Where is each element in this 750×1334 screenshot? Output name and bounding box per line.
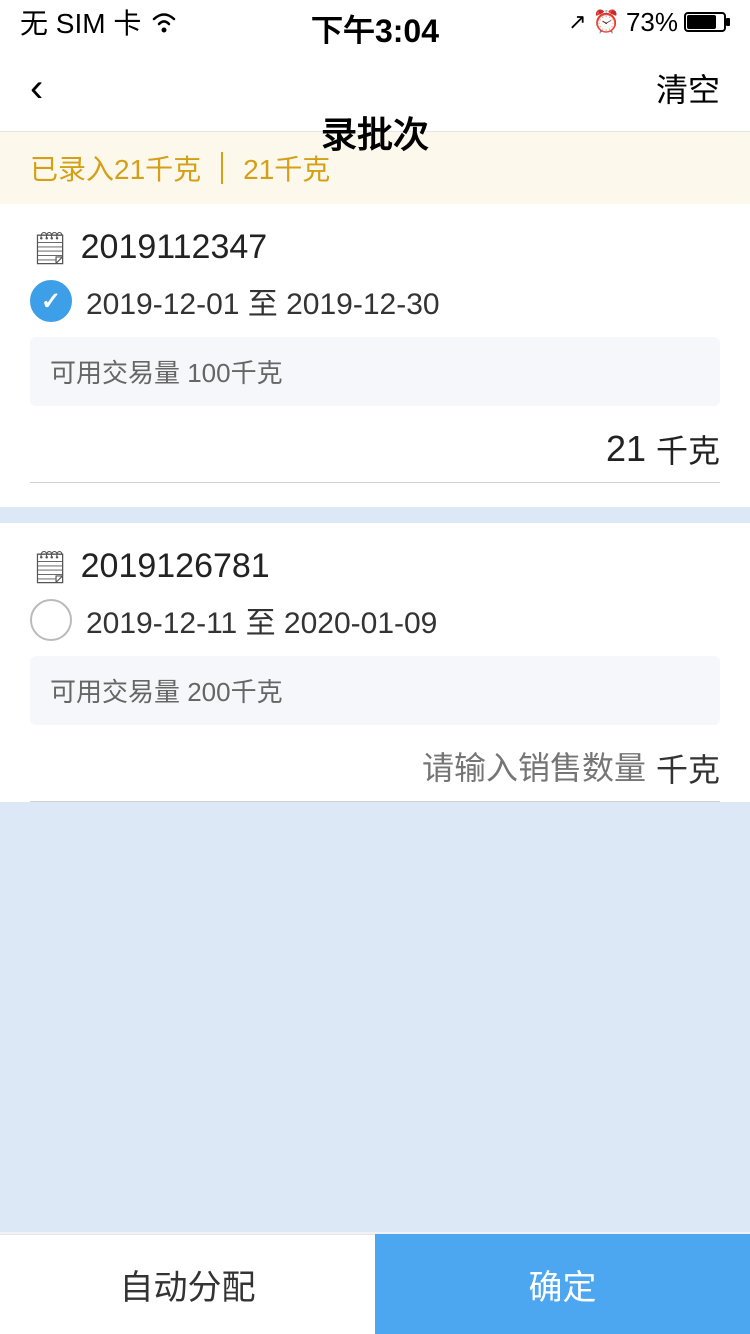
batch-1-avail: 可用交易量 100千克 — [30, 337, 720, 406]
battery-text: 73% — [626, 7, 678, 38]
alarm-icon: ⏰ — [593, 9, 620, 35]
auto-distribute-button[interactable]: 自动分配 — [0, 1234, 375, 1334]
batch-1-section: 🗒 2019112347 2019-12-01 至 2019-12-30 可用交… — [0, 204, 750, 507]
batch-1-avail-text: 可用交易量 100千克 — [50, 358, 283, 388]
status-carrier: 无 SIM 卡 — [20, 2, 179, 42]
info-label: 已录入21千克 — [30, 148, 201, 188]
info-value: 21千克 — [243, 148, 330, 188]
batch-2-date-row: 2019-12-11 至 2020-01-09 — [30, 598, 720, 642]
batch-2-avail: 可用交易量 200千克 — [30, 656, 720, 725]
page-title: 录批次 — [321, 88, 429, 176]
batch-1-amount-row: 21 千克 — [0, 406, 750, 482]
batch-2-id-row: 🗒 2019126781 — [30, 547, 720, 586]
batch-2-input-row: 千克 — [0, 725, 750, 801]
status-right: ↗ ⏰ 73% — [568, 7, 730, 38]
batch-1-amount: 21 — [606, 428, 646, 470]
batch-1-unit: 千克 — [656, 426, 720, 472]
batch-2-avail-text: 可用交易量 200千克 — [50, 677, 283, 707]
wifi-icon — [149, 11, 179, 33]
batch-2-date: 2019-12-11 至 2020-01-09 — [86, 598, 437, 642]
carrier-text: 无 SIM 卡 — [20, 2, 141, 42]
batch-2-radio[interactable] — [30, 599, 72, 641]
batch-1-item: 🗒 2019112347 2019-12-01 至 2019-12-30 可用交… — [0, 204, 750, 406]
batch-1-date: 2019-12-01 至 2019-12-30 — [86, 279, 440, 323]
batch-2-id: 2019126781 — [81, 547, 270, 586]
gray-area — [0, 802, 750, 1232]
battery-icon — [684, 10, 730, 34]
batch-1-icon: 🗒 — [30, 229, 71, 267]
batch-2-unit: 千克 — [656, 745, 720, 791]
batch-1-id-row: 🗒 2019112347 — [30, 228, 720, 267]
nav-bar: ‹ 录批次 清空 — [0, 44, 750, 132]
section-divider — [0, 507, 750, 523]
location-icon: ↗ — [568, 9, 586, 35]
batch-2-icon: 🗒 — [30, 548, 71, 586]
status-bar: 无 SIM 卡 下午3:04 ↗ ⏰ 73% — [0, 0, 750, 44]
info-divider — [221, 152, 223, 184]
bottom-bar: 自动分配 确定 — [0, 1234, 750, 1334]
back-button[interactable]: ‹ — [30, 68, 43, 108]
clear-button[interactable]: 清空 — [656, 65, 720, 111]
quantity-input[interactable] — [346, 750, 646, 787]
batch-1-radio[interactable] — [30, 280, 72, 322]
batch-1-id: 2019112347 — [81, 228, 268, 267]
batch-2-item: 🗒 2019126781 2019-12-11 至 2020-01-09 可用交… — [0, 523, 750, 725]
batch-1-date-row: 2019-12-01 至 2019-12-30 — [30, 279, 720, 323]
batch-2-section: 🗒 2019126781 2019-12-11 至 2020-01-09 可用交… — [0, 523, 750, 802]
confirm-button[interactable]: 确定 — [375, 1234, 750, 1334]
